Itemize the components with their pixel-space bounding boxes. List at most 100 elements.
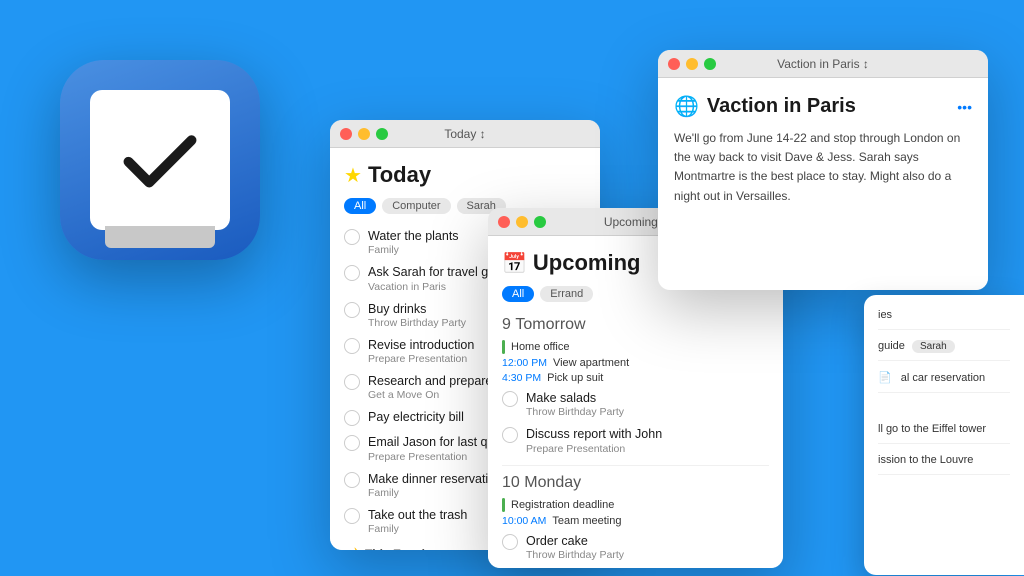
vacation-more-dots[interactable]: •••: [957, 99, 972, 115]
task-checkbox[interactable]: [344, 435, 360, 451]
right-panel-item: ies: [878, 309, 1010, 330]
task-item: Order cake Throw Birthday Party: [502, 533, 769, 561]
task-name: Buy drinks: [368, 301, 466, 317]
task-checkbox[interactable]: [344, 374, 360, 390]
today-window-title: Today ↕: [444, 127, 485, 141]
task-name: Make dinner reservation: [368, 471, 502, 487]
right-panel-item: ission to the Louvre: [878, 454, 1010, 475]
date-section-tomorrow: 9 Tomorrow Home office 12:00 PM View apa…: [502, 316, 769, 455]
upcoming-title: Upcoming: [533, 250, 641, 276]
traffic-lights: [340, 128, 388, 140]
vacation-window-title: Vaction in Paris ↕: [777, 57, 869, 71]
close-button[interactable]: [340, 128, 352, 140]
task-info: Revise introduction Prepare Presentation: [368, 337, 474, 365]
task-info: Order cake Throw Birthday Party: [526, 533, 624, 561]
event-bar: [502, 498, 505, 512]
task-project: Throw Birthday Party: [526, 549, 624, 561]
right-panel-text: ll go to the Eiffel tower: [878, 423, 986, 435]
task-checkbox[interactable]: [344, 508, 360, 524]
tag-badge: Sarah: [912, 340, 955, 353]
task-checkbox[interactable]: [344, 229, 360, 245]
app-icon-inner: [90, 90, 230, 230]
right-panel-text: guide: [878, 340, 905, 352]
task-name: Make salads: [526, 390, 624, 406]
timed-event: 12:00 PM View apartment: [502, 357, 769, 369]
task-project: Prepare Presentation: [368, 353, 474, 365]
event-bar: [502, 340, 505, 354]
right-panel-item: 📄 al car reservation: [878, 371, 1010, 393]
task-checkbox[interactable]: [344, 265, 360, 281]
date-header-tomorrow: 9 Tomorrow: [502, 316, 769, 334]
minimize-button[interactable]: [358, 128, 370, 140]
task-project: Family: [368, 523, 467, 535]
divider: [502, 465, 769, 466]
task-info: Make salads Throw Birthday Party: [526, 390, 624, 418]
maximize-button[interactable]: [376, 128, 388, 140]
task-info: Water the plants Family: [368, 228, 459, 256]
close-button[interactable]: [668, 58, 680, 70]
filter-all[interactable]: All: [344, 198, 376, 214]
date-number: 9: [502, 316, 511, 333]
task-item: Make salads Throw Birthday Party: [502, 390, 769, 418]
task-checkbox[interactable]: [344, 338, 360, 354]
app-icon: [60, 60, 260, 260]
globe-icon: 🌐: [674, 94, 699, 119]
task-name: Take out the trash: [368, 507, 467, 523]
task-project: Throw Birthday Party: [368, 317, 466, 329]
vacation-window: Vaction in Paris ↕ 🌐 Vaction in Paris ••…: [658, 50, 988, 290]
task-name: Water the plants: [368, 228, 459, 244]
maximize-button[interactable]: [704, 58, 716, 70]
star-icon: ★: [344, 163, 362, 188]
minimize-button[interactable]: [686, 58, 698, 70]
moon-icon: 🌙: [344, 547, 359, 550]
app-icon-wrapper: [60, 60, 260, 260]
task-checkbox[interactable]: [344, 302, 360, 318]
task-item: Discuss report with John Prepare Present…: [502, 426, 769, 454]
vacation-title: Vaction in Paris: [707, 95, 856, 118]
task-info: Buy drinks Throw Birthday Party: [368, 301, 466, 329]
task-checkbox[interactable]: [502, 534, 518, 550]
minimize-button[interactable]: [516, 216, 528, 228]
event-name: Pick up suit: [547, 372, 603, 384]
timed-event: 10:00 AM Team meeting: [502, 515, 769, 527]
date-header-monday: 10 Monday: [502, 474, 769, 492]
task-info: Make dinner reservation Family: [368, 471, 502, 499]
task-checkbox[interactable]: [502, 427, 518, 443]
date-name: Monday: [524, 474, 581, 491]
task-checkbox[interactable]: [344, 410, 360, 426]
today-titlebar: Today ↕: [330, 120, 600, 148]
traffic-lights: [668, 58, 716, 70]
today-title: Today: [368, 162, 431, 188]
task-info: Take out the trash Family: [368, 507, 467, 535]
vacation-body-text: We'll go from June 14-22 and stop throug…: [674, 129, 972, 206]
event-time: 12:00 PM: [502, 357, 547, 369]
date-number: 10: [502, 474, 520, 491]
maximize-button[interactable]: [534, 216, 546, 228]
right-panel-item: ll go to the Eiffel tower: [878, 423, 1010, 444]
timed-event: Home office: [502, 340, 769, 354]
upcoming-filter-errand[interactable]: Errand: [540, 286, 593, 302]
event-name: Team meeting: [552, 515, 621, 527]
vacation-header: 🌐 Vaction in Paris •••: [674, 94, 972, 119]
task-checkbox[interactable]: [344, 472, 360, 488]
date-section-monday: 10 Monday Registration deadline 10:00 AM…: [502, 474, 769, 561]
right-panel-text: al car reservation: [901, 372, 985, 384]
close-button[interactable]: [498, 216, 510, 228]
task-project: Family: [368, 244, 459, 256]
upcoming-filter-all[interactable]: All: [502, 286, 534, 302]
right-panel-text: ies: [878, 309, 892, 321]
task-info: Pay electricity bill: [368, 409, 464, 425]
task-name: Pay electricity bill: [368, 409, 464, 425]
task-name: Order cake: [526, 533, 624, 549]
vacation-titlebar: Vaction in Paris ↕: [658, 50, 988, 78]
task-checkbox[interactable]: [502, 391, 518, 407]
today-header: ★ Today: [344, 162, 586, 188]
event-time: 10:00 AM: [502, 515, 546, 527]
task-project: Family: [368, 487, 502, 499]
filter-computer[interactable]: Computer: [382, 198, 450, 214]
task-name: Discuss report with John: [526, 426, 662, 442]
timed-event: 4:30 PM Pick up suit: [502, 372, 769, 384]
calendar-icon: 📅: [502, 251, 527, 276]
checkmark-icon: [115, 115, 205, 205]
date-name: Tomorrow: [515, 316, 585, 333]
